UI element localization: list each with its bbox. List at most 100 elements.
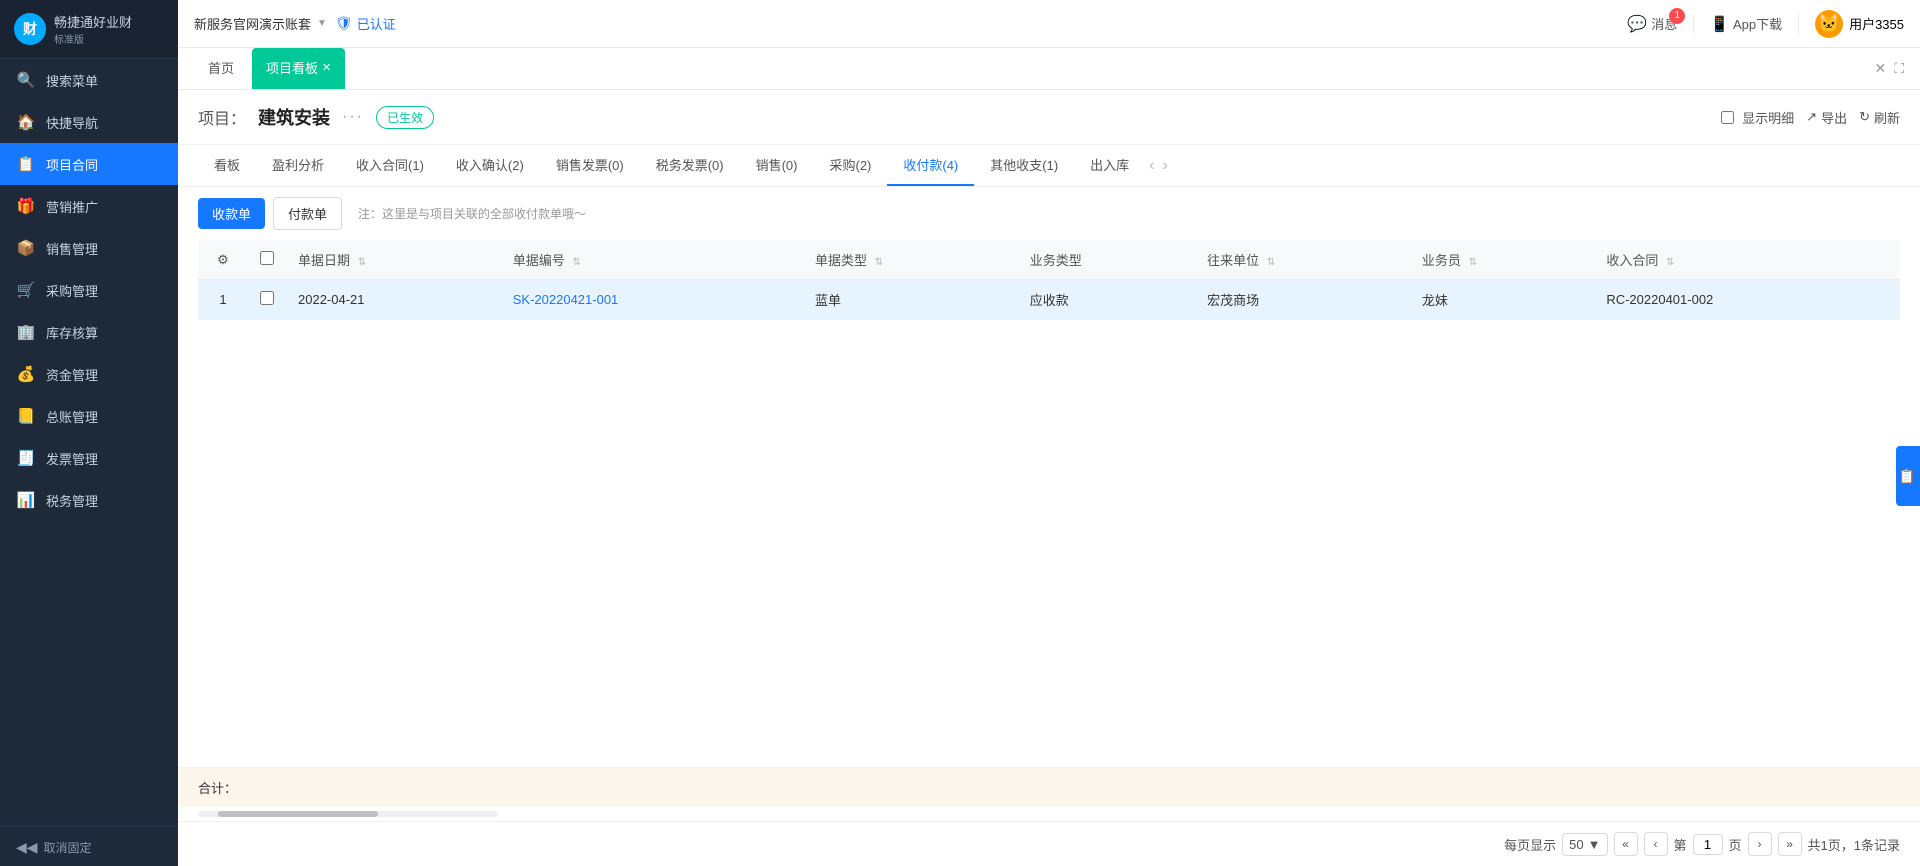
row-salesperson: 龙妹 — [1410, 280, 1594, 320]
subnav-tab-tax-invoice[interactable]: 税务发票(0) — [640, 145, 740, 186]
payment-button[interactable]: 付款单 — [273, 197, 342, 230]
show-detail-input[interactable] — [1721, 111, 1734, 124]
sidebar-item-label: 税务管理 — [46, 491, 98, 510]
subnav-tab-payment[interactable]: 收付款(4) — [887, 145, 974, 186]
main-area: 新服务官网演示账套 ▼ 🛡 已认证 💬 消息 1 📱 App下载 � — [178, 0, 1920, 866]
select-all-checkbox[interactable] — [260, 251, 274, 265]
sidebar-item-search[interactable]: 🔍 搜索菜单 — [0, 59, 178, 101]
tab-bar: 首页 项目看板 ✕ ✕ ⛶ — [178, 48, 1920, 90]
last-page-button[interactable]: » — [1778, 832, 1802, 856]
receipt-button[interactable]: 收款单 — [198, 198, 265, 229]
subnav-tab-sales-invoice[interactable]: 销售发票(0) — [540, 145, 640, 186]
sidebar-divider — [0, 826, 178, 827]
gear-icon[interactable]: ⚙ — [217, 252, 229, 267]
page-label-text: 第 — [1674, 835, 1687, 854]
cancel-pin-button[interactable]: ◀◀ 取消固定 — [0, 829, 178, 866]
topbar-divider-2 — [1798, 14, 1799, 34]
account-selector[interactable]: 新服务官网演示账套 ▼ — [194, 14, 327, 33]
pin-icon: ◀◀ — [16, 839, 38, 856]
table-col-date[interactable]: 单据日期 ⇅ — [286, 240, 501, 280]
subnav-next-arrow[interactable]: › — [1159, 153, 1172, 179]
sort-type-icon: ⇅ — [875, 257, 883, 268]
app-name: 畅捷通好业财 — [54, 12, 132, 31]
next-page-button[interactable]: › — [1748, 832, 1772, 856]
table-col-type[interactable]: 单据类型 ⇅ — [803, 240, 1018, 280]
sidebar-item-project[interactable]: 📋 项目合同 — [0, 143, 178, 185]
sidebar-item-inventory[interactable]: 🏢 库存核算 — [0, 311, 178, 353]
app-download-button[interactable]: 📱 App下载 — [1710, 14, 1782, 33]
project-icon: 📋 — [16, 154, 36, 174]
per-page-select[interactable]: 50 ▼ — [1562, 833, 1607, 856]
more-options-icon[interactable]: ··· — [342, 108, 364, 126]
tab-home[interactable]: 首页 — [194, 48, 248, 89]
table-col-partner[interactable]: 往来单位 ⇅ — [1195, 240, 1410, 280]
sidebar-item-sales[interactable]: 📦 销售管理 — [0, 227, 178, 269]
maximize-window-icon[interactable]: ⛶ — [1894, 60, 1904, 77]
tab-project-board[interactable]: 项目看板 ✕ — [252, 48, 345, 89]
row-biz-type: 应收款 — [1018, 280, 1195, 320]
panel-icon: 📋 — [1900, 468, 1916, 485]
tab-close-icon[interactable]: ✕ — [322, 61, 331, 74]
user-menu[interactable]: 🐱 用户3355 — [1815, 10, 1904, 38]
table-col-income-contract[interactable]: 收入合同 ⇅ — [1594, 240, 1900, 280]
table-col-salesperson[interactable]: 业务员 ⇅ — [1410, 240, 1594, 280]
right-panel-toggle[interactable]: 📋 — [1896, 446, 1920, 506]
subnav-tab-sales[interactable]: 销售(0) — [740, 145, 814, 186]
project-actions: 显示明细 ↗ 导出 ↻ 刷新 — [1721, 108, 1900, 127]
topbar-left: 新服务官网演示账套 ▼ 🛡 已认证 — [194, 14, 396, 33]
first-page-button[interactable]: « — [1614, 832, 1638, 856]
table-col-gear[interactable]: ⚙ — [198, 240, 248, 280]
certified-badge: 🛡 已认证 — [335, 14, 396, 33]
row-income-contract: RC-20220401-002 — [1594, 280, 1900, 320]
sidebar-item-quicknav[interactable]: 🏠 快捷导航 — [0, 101, 178, 143]
row-number[interactable]: SK-20220421-001 — [501, 280, 803, 320]
sidebar: 财 畅捷通好业财 标准版 🔍 搜索菜单 🏠 快捷导航 📋 项目合同 🎁 营销推广… — [0, 0, 178, 866]
content-area: 项目： 建筑安装 ··· 已生效 显示明细 ↗ 导出 ↻ 刷新 — [178, 90, 1920, 866]
row-number-link[interactable]: SK-20220421-001 — [513, 292, 619, 307]
table-container: ⚙ 单据日期 ⇅ 单据编号 ⇅ — [178, 240, 1920, 767]
dropdown-icon: ▼ — [317, 18, 327, 29]
sort-contract-icon: ⇅ — [1666, 257, 1674, 268]
project-status-badge: 已生效 — [376, 106, 434, 129]
sidebar-item-ledger[interactable]: 📒 总账管理 — [0, 395, 178, 437]
sidebar-item-label: 采购管理 — [46, 281, 98, 300]
page-number-input[interactable] — [1693, 834, 1723, 855]
subnav-tab-inout[interactable]: 出入库 — [1074, 145, 1145, 186]
refresh-button[interactable]: ↻ 刷新 — [1859, 108, 1900, 127]
subnav-prev-arrow[interactable]: ‹ — [1145, 153, 1158, 179]
sidebar-item-label: 快捷导航 — [46, 113, 98, 132]
sidebar-item-label: 资金管理 — [46, 365, 98, 384]
subnav-tab-purchase[interactable]: 采购(2) — [813, 145, 887, 186]
sort-date-icon: ⇅ — [358, 257, 366, 268]
pagination: 每页显示 50 ▼ « ‹ 第 页 › » 共1页，1条记录 — [178, 821, 1920, 866]
sidebar-item-marketing[interactable]: 🎁 营销推广 — [0, 185, 178, 227]
topbar-divider-1 — [1693, 14, 1694, 34]
per-page-dropdown-icon: ▼ — [1588, 837, 1601, 852]
subnav-tab-profit[interactable]: 盈利分析 — [256, 145, 340, 186]
topbar: 新服务官网演示账套 ▼ 🛡 已认证 💬 消息 1 📱 App下载 � — [178, 0, 1920, 48]
sidebar-item-tax[interactable]: 📊 税务管理 — [0, 479, 178, 521]
horizontal-scrollbar[interactable] — [178, 807, 1920, 821]
row-checkbox[interactable] — [260, 291, 274, 305]
subnav-tab-income-contract[interactable]: 收入合同(1) — [340, 145, 440, 186]
toolbar: 收款单 付款单 注：这里是与项目关联的全部收付款单哦～ — [178, 187, 1920, 240]
per-page-value: 50 — [1569, 837, 1583, 852]
export-button[interactable]: ↗ 导出 — [1806, 108, 1847, 127]
table-col-checkbox — [248, 240, 286, 280]
table-col-number[interactable]: 单据编号 ⇅ — [501, 240, 803, 280]
avatar: 🐱 — [1815, 10, 1843, 38]
sidebar-item-invoice[interactable]: 🧾 发票管理 — [0, 437, 178, 479]
subnav-tab-other-expense[interactable]: 其他收支(1) — [974, 145, 1074, 186]
message-badge: 1 — [1669, 8, 1685, 24]
prev-page-button[interactable]: ‹ — [1644, 832, 1668, 856]
sidebar-item-purchase[interactable]: 🛒 采购管理 — [0, 269, 178, 311]
subnav-tab-board[interactable]: 看板 — [198, 145, 256, 186]
sidebar-item-label: 搜索菜单 — [46, 71, 98, 90]
sort-salesperson-icon: ⇅ — [1469, 257, 1477, 268]
close-window-icon[interactable]: ✕ — [1874, 60, 1886, 77]
sidebar-item-capital[interactable]: 💰 资金管理 — [0, 353, 178, 395]
show-detail-checkbox[interactable]: 显示明细 — [1721, 108, 1794, 127]
subnav-tab-income-confirm[interactable]: 收入确认(2) — [440, 145, 540, 186]
message-button[interactable]: 💬 消息 1 — [1627, 14, 1677, 34]
scrollbar-thumb[interactable] — [218, 811, 378, 817]
